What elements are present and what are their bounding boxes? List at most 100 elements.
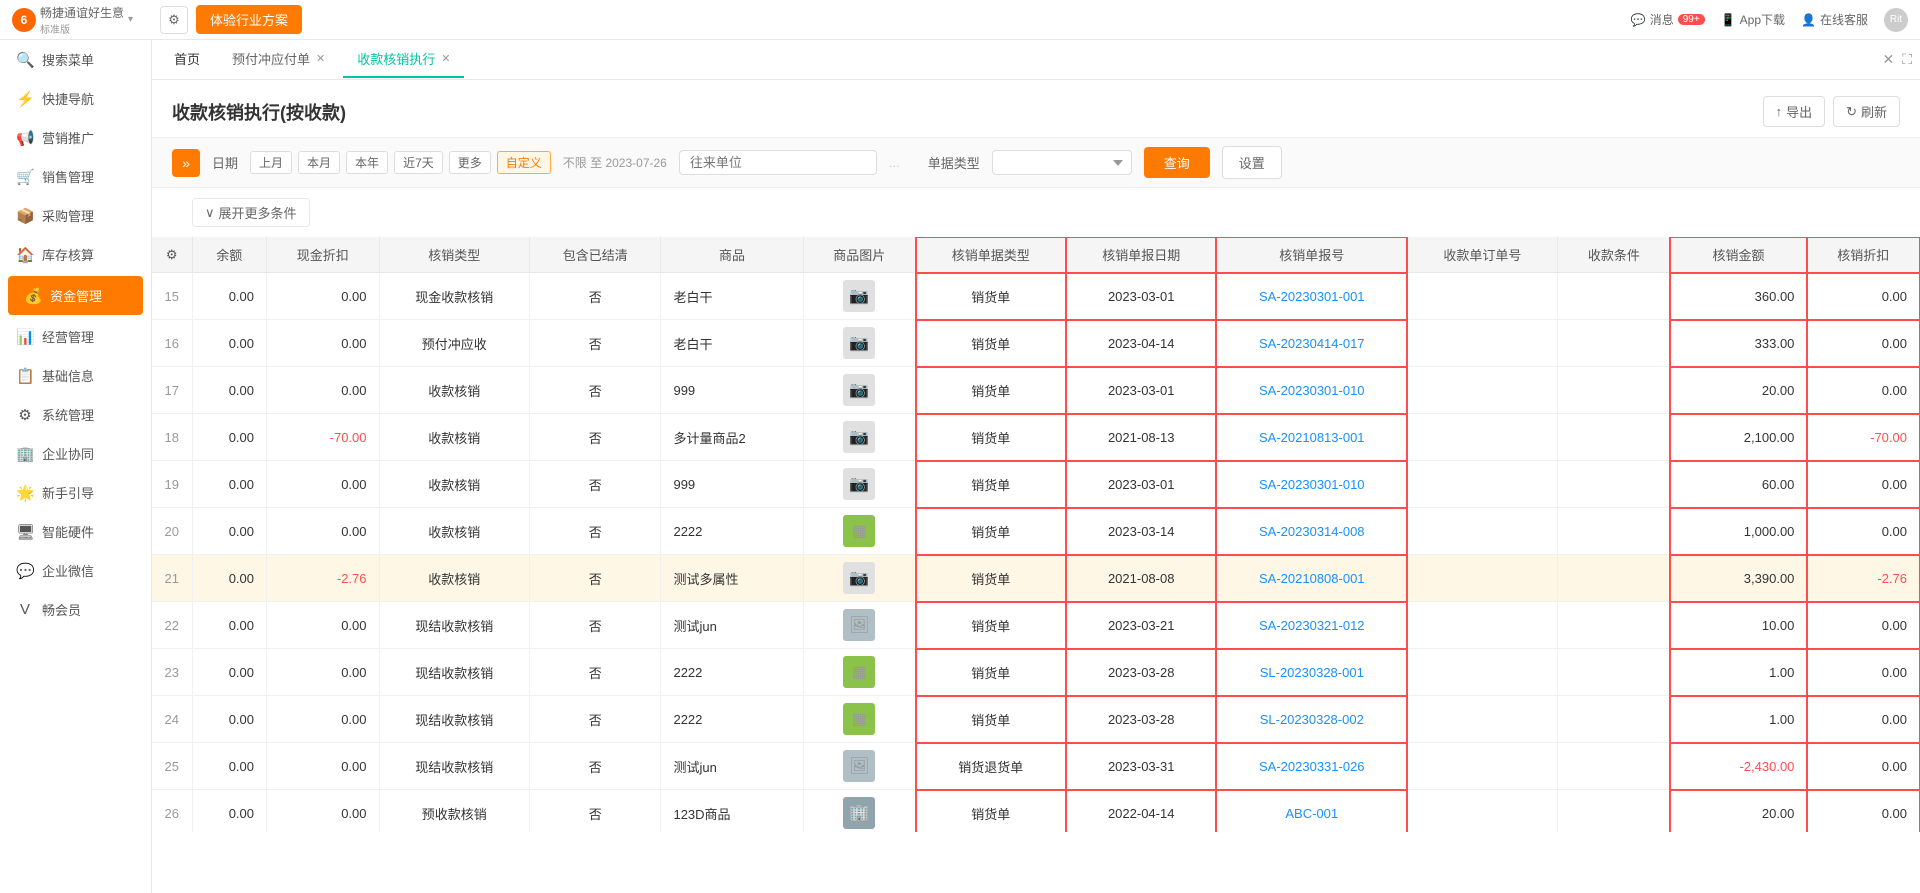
- sidebar-icon-operations: 📊: [16, 328, 34, 346]
- verify-bill-no-link[interactable]: SA-20230301-001: [1259, 289, 1365, 304]
- verify-bill-no-link[interactable]: SA-20230321-012: [1259, 618, 1365, 633]
- sidebar-item-marketing[interactable]: 📢营销推广: [0, 118, 151, 157]
- verify-bill-no-link[interactable]: SL-20230328-002: [1260, 712, 1364, 727]
- verify-bill-no-link[interactable]: SA-20230301-010: [1259, 383, 1365, 398]
- tab-receipt[interactable]: 收款核销执行 ✕: [343, 42, 464, 78]
- cell-verify-bill-no[interactable]: SA-20210813-001: [1216, 414, 1407, 461]
- expand-more-container: ∨ 展开更多条件: [152, 188, 1920, 237]
- cell-verify-bill-no[interactable]: ABC-001: [1216, 790, 1407, 833]
- cell-receipt-order-no: [1407, 696, 1557, 743]
- cell-verify-bill-no[interactable]: SA-20230301-010: [1216, 367, 1407, 414]
- col-header-settings[interactable]: ⚙: [152, 237, 192, 273]
- cell-cash-discount: 0.00: [267, 367, 380, 414]
- col-settings-icon[interactable]: ⚙: [166, 247, 178, 262]
- filter-setting-button[interactable]: 设置: [1222, 146, 1282, 179]
- date-btn-7days[interactable]: 近7天: [394, 151, 443, 174]
- verify-bill-no-link[interactable]: SL-20230328-001: [1260, 665, 1364, 680]
- user-name-display: Rit: [1890, 14, 1902, 25]
- verify-bill-no-link[interactable]: SA-20230314-008: [1259, 524, 1365, 539]
- online-service-button[interactable]: 👤 在线客服: [1801, 11, 1868, 28]
- date-btn-last-month[interactable]: 上月: [250, 151, 292, 174]
- cell-verify-bill-no[interactable]: SA-20210808-001: [1216, 555, 1407, 602]
- sidebar-item-member[interactable]: V畅会员: [0, 590, 151, 629]
- filter-toggle-button[interactable]: »: [172, 149, 200, 177]
- verify-bill-no-link[interactable]: SA-20230331-026: [1259, 759, 1365, 774]
- product-img: 📷: [843, 327, 875, 359]
- cell-verify-bill-no[interactable]: SA-20230301-010: [1216, 461, 1407, 508]
- logo-dropdown-arrow[interactable]: ▾: [128, 14, 133, 25]
- tab-home[interactable]: 首页: [160, 42, 214, 78]
- cell-product-img: 📷: [803, 414, 916, 461]
- verify-bill-no-link[interactable]: SA-20230414-017: [1259, 336, 1365, 351]
- cell-verify-amount: 1,000.00: [1670, 508, 1807, 555]
- tab-expand-icon[interactable]: ⛶: [1902, 51, 1912, 68]
- tab-prepay[interactable]: 预付冲应付单 ✕: [218, 42, 339, 78]
- tab-close-receipt[interactable]: ✕: [441, 52, 450, 65]
- industry-solution-button[interactable]: 体验行业方案: [196, 5, 302, 34]
- sidebar-icon-finance: 💰: [24, 287, 42, 305]
- cell-verify-bill-type: 销货单: [916, 508, 1066, 555]
- tab-close-prepay[interactable]: ✕: [316, 52, 325, 65]
- product-img: 📷: [843, 421, 875, 453]
- user-avatar[interactable]: Rit: [1884, 8, 1908, 32]
- verify-bill-no-link[interactable]: SA-20210808-001: [1259, 571, 1365, 586]
- cell-verify-amount: 2,100.00: [1670, 414, 1807, 461]
- verify-bill-no-link[interactable]: SA-20230301-010: [1259, 477, 1365, 492]
- source-unit-input[interactable]: [679, 150, 877, 175]
- sidebar-item-system[interactable]: ⚙系统管理: [0, 395, 151, 434]
- date-btn-more[interactable]: 更多: [449, 151, 491, 174]
- sidebar-icon-hardware: 🖥: [16, 523, 34, 541]
- sidebar-item-finance[interactable]: 💰资金管理: [8, 276, 143, 315]
- verify-bill-no-link[interactable]: ABC-001: [1285, 806, 1338, 821]
- cell-verify-bill-no[interactable]: SL-20230328-001: [1216, 649, 1407, 696]
- settings-gear-button[interactable]: ⚙: [160, 6, 188, 34]
- expand-more-button[interactable]: ∨ 展开更多条件: [192, 198, 310, 227]
- col-header-balance: 余额: [192, 237, 267, 273]
- date-btn-custom[interactable]: 自定义: [497, 151, 551, 174]
- sidebar-icon-base: 📋: [16, 367, 34, 385]
- cell-verify-discount: 0.00: [1807, 320, 1920, 367]
- cell-include-settled: 否: [529, 696, 660, 743]
- sidebar-item-shortcut[interactable]: ⚡快捷导航: [0, 79, 151, 118]
- sidebar-item-hardware[interactable]: 🖥智能硬件: [0, 512, 151, 551]
- sidebar-item-wechat[interactable]: 💬企业微信: [0, 551, 151, 590]
- sidebar-item-sales[interactable]: 🛒销售管理: [0, 157, 151, 196]
- export-button[interactable]: ↑ 导出: [1763, 96, 1826, 127]
- query-button[interactable]: 查询: [1144, 147, 1210, 178]
- sidebar-icon-member: V: [16, 601, 34, 618]
- cell-verify-type: 现结收款核销: [379, 602, 529, 649]
- app-download-button[interactable]: 📱 App下载: [1721, 11, 1785, 28]
- sidebar-item-search[interactable]: 🔍搜索菜单: [0, 40, 151, 79]
- sidebar-item-corp[interactable]: 🏢企业协同: [0, 434, 151, 473]
- cell-verify-bill-no[interactable]: SA-20230321-012: [1216, 602, 1407, 649]
- cell-verify-bill-no[interactable]: SL-20230328-002: [1216, 696, 1407, 743]
- cell-verify-bill-date: 2023-03-28: [1066, 649, 1216, 696]
- cell-product: 测试jun: [661, 602, 803, 649]
- cell-verify-bill-no[interactable]: SA-20230314-008: [1216, 508, 1407, 555]
- cell-verify-bill-type: 销货单: [916, 790, 1066, 833]
- cell-cash-discount: 0.00: [267, 790, 380, 833]
- sidebar-item-purchase[interactable]: 📦采购管理: [0, 196, 151, 235]
- date-btn-this-month[interactable]: 本月: [298, 151, 340, 174]
- sidebar-label-base: 基础信息: [42, 366, 94, 385]
- refresh-button[interactable]: ↻ 刷新: [1833, 96, 1900, 127]
- messages-button[interactable]: 💬 消息 99+: [1631, 11, 1705, 28]
- bill-type-select[interactable]: [992, 150, 1132, 175]
- sidebar-item-operations[interactable]: 📊经营管理: [0, 317, 151, 356]
- app-icon: 📱: [1721, 13, 1736, 27]
- sidebar-item-inventory[interactable]: 🏠库存核算: [0, 235, 151, 274]
- cell-no: 26: [152, 790, 192, 833]
- date-btn-this-year[interactable]: 本年: [346, 151, 388, 174]
- cell-verify-bill-no[interactable]: SA-20230301-001: [1216, 273, 1407, 320]
- product-img: ▦: [843, 515, 875, 547]
- sidebar-item-base[interactable]: 📋 基础信息: [0, 356, 151, 395]
- sidebar-item-guide[interactable]: 🌟新手引导: [0, 473, 151, 512]
- tab-close-all-icon[interactable]: ✕: [1882, 51, 1894, 68]
- cell-verify-bill-no[interactable]: SA-20230414-017: [1216, 320, 1407, 367]
- table-row: 25 0.00 0.00 现结收款核销 否 测试jun 🖼 销货退货单 2023…: [152, 743, 1920, 790]
- cell-cash-discount: 0.00: [267, 320, 380, 367]
- cell-verify-discount: 0.00: [1807, 461, 1920, 508]
- cell-verify-bill-no[interactable]: SA-20230331-026: [1216, 743, 1407, 790]
- verify-bill-no-link[interactable]: SA-20210813-001: [1259, 430, 1365, 445]
- cell-receipt-terms: [1558, 696, 1671, 743]
